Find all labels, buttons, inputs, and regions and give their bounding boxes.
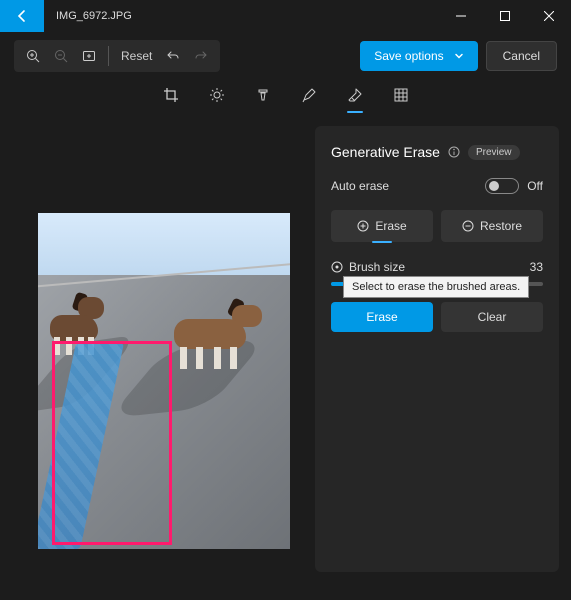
- canvas-area: [0, 116, 315, 600]
- cancel-button[interactable]: Cancel: [486, 41, 557, 71]
- redo-icon: [194, 49, 208, 63]
- filter-tool[interactable]: [251, 83, 275, 107]
- clear-action-button[interactable]: Clear: [441, 302, 543, 332]
- save-options-button[interactable]: Save options: [360, 41, 477, 71]
- pen-icon: [301, 87, 317, 103]
- maximize-icon: [500, 11, 510, 21]
- window-controls: [439, 0, 571, 32]
- erase-tab[interactable]: Erase: [331, 210, 433, 242]
- auto-erase-state: Off: [527, 179, 543, 193]
- auto-erase-toggle[interactable]: [485, 178, 519, 194]
- minimize-icon: [456, 11, 466, 21]
- erase-action-button[interactable]: Erase: [331, 302, 433, 332]
- crop-tool[interactable]: [159, 83, 183, 107]
- brightness-icon: [209, 87, 225, 103]
- brush-size-label: Brush size: [349, 260, 405, 274]
- edit-tools-row: [0, 78, 571, 112]
- restore-tab-label: Restore: [480, 219, 522, 233]
- reset-button[interactable]: Reset: [115, 49, 158, 63]
- plus-circle-icon: [357, 220, 369, 232]
- preview-badge: Preview: [468, 145, 520, 160]
- adjust-tool[interactable]: [205, 83, 229, 107]
- undo-button[interactable]: [160, 43, 186, 69]
- title-bar: IMG_6972.JPG: [0, 0, 571, 32]
- minimize-button[interactable]: [439, 0, 483, 32]
- grid-icon: [393, 87, 409, 103]
- erase-icon: [347, 87, 363, 103]
- dog-right: [166, 289, 276, 369]
- zoom-out-icon: [54, 49, 68, 63]
- chevron-down-icon: [454, 51, 464, 61]
- zoom-reset-panel: Reset: [14, 40, 220, 72]
- generative-erase-panel: Generative Erase Preview Auto erase Off …: [315, 126, 559, 572]
- undo-icon: [166, 49, 180, 63]
- main-area: Generative Erase Preview Auto erase Off …: [0, 116, 571, 600]
- markup-tool[interactable]: [297, 83, 321, 107]
- file-title: IMG_6972.JPG: [44, 10, 439, 22]
- crop-icon: [163, 87, 179, 103]
- image-canvas[interactable]: [38, 213, 290, 549]
- back-button[interactable]: [0, 0, 44, 32]
- brush-size-value: 33: [530, 260, 543, 274]
- panel-title: Generative Erase: [331, 144, 440, 160]
- redo-button[interactable]: [188, 43, 214, 69]
- selection-rectangle[interactable]: [52, 341, 172, 545]
- erase-tooltip: Select to erase the brushed areas.: [343, 276, 529, 298]
- save-label: Save options: [374, 49, 443, 63]
- target-icon: [331, 261, 343, 273]
- fit-icon: [82, 49, 96, 63]
- minus-circle-icon: [462, 220, 474, 232]
- divider: [108, 46, 109, 66]
- auto-erase-label: Auto erase: [331, 179, 389, 193]
- background-tool[interactable]: [389, 83, 413, 107]
- erase-tab-label: Erase: [375, 219, 406, 233]
- arrow-left-icon: [14, 8, 30, 24]
- fit-button[interactable]: [76, 43, 102, 69]
- filter-icon: [255, 87, 271, 103]
- erase-tool[interactable]: [343, 83, 367, 107]
- maximize-button[interactable]: [483, 0, 527, 32]
- zoom-in-icon: [26, 49, 40, 63]
- close-icon: [544, 11, 554, 21]
- zoom-in-button[interactable]: [20, 43, 46, 69]
- restore-tab[interactable]: Restore: [441, 210, 543, 242]
- close-button[interactable]: [527, 0, 571, 32]
- header-toolbar: Reset Save options Cancel: [0, 36, 571, 76]
- zoom-out-button[interactable]: [48, 43, 74, 69]
- info-icon[interactable]: [448, 146, 460, 158]
